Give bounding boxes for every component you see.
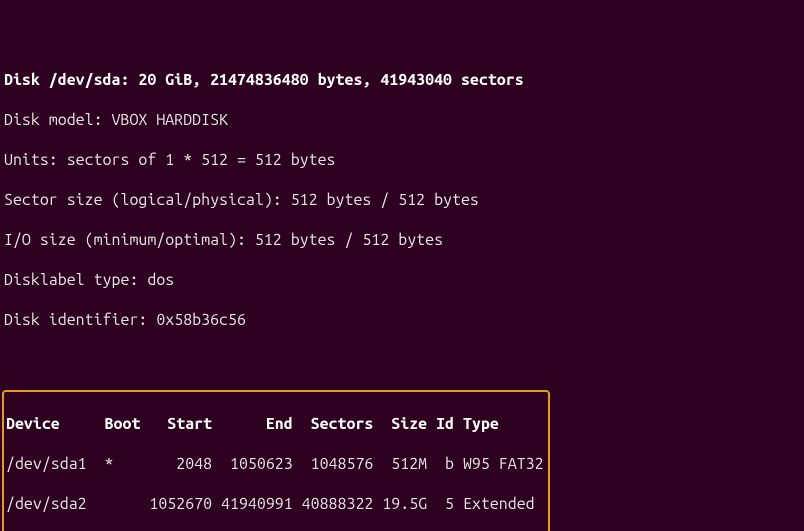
table-row: /dev/sda1 * 2048 1050623 1048576 512M b … xyxy=(4,454,548,474)
disk-sda-header: Disk /dev/sda: 20 GiB, 21474836480 bytes… xyxy=(4,70,800,90)
partition-table-highlight: Device Boot Start End Sectors Size Id Ty… xyxy=(2,390,550,531)
disk-sda-identifier: Disk identifier: 0x58b36c56 xyxy=(4,310,800,330)
disk-sda-units: Units: sectors of 1 * 512 = 512 bytes xyxy=(4,150,800,170)
disk-sda-model: Disk model: VBOX HARDDISK xyxy=(4,110,800,130)
blank-line-top xyxy=(4,30,800,50)
partition-table-header: Device Boot Start End Sectors Size Id Ty… xyxy=(4,414,548,434)
disk-sda-io: I/O size (minimum/optimal): 512 bytes / … xyxy=(4,230,800,250)
blank-line xyxy=(4,350,800,370)
disk-sda-label: Disklabel type: dos xyxy=(4,270,800,290)
disk-sda-sector: Sector size (logical/physical): 512 byte… xyxy=(4,190,800,210)
table-row: /dev/sda2 1052670 41940991 40888322 19.5… xyxy=(4,494,548,514)
terminal-output: Disk /dev/sda: 20 GiB, 21474836480 bytes… xyxy=(0,0,804,531)
